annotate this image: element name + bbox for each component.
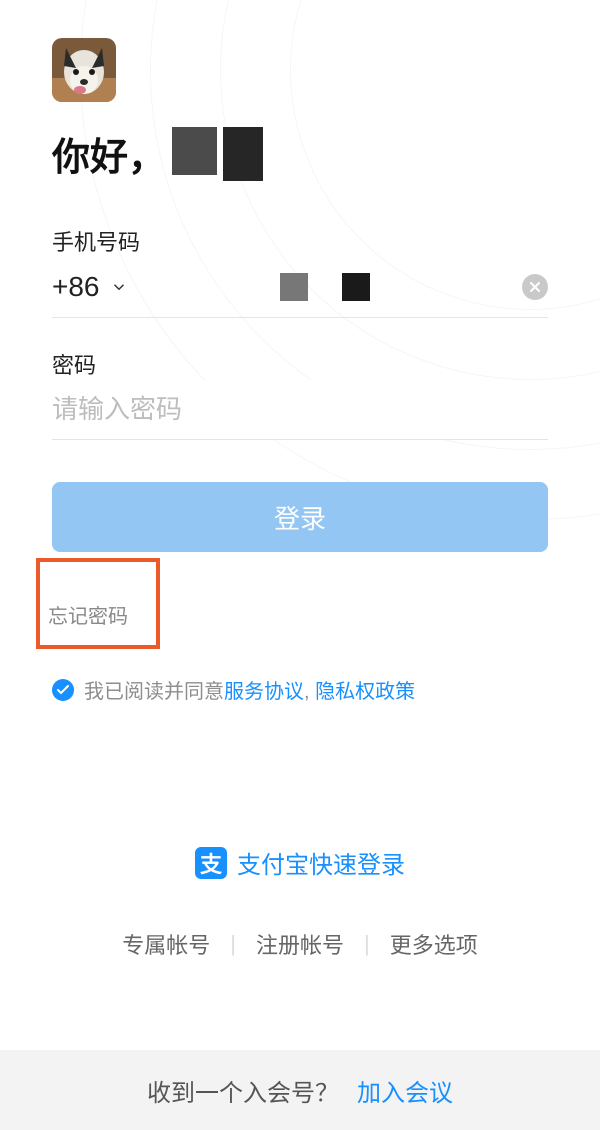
alipay-icon: 支 — [195, 847, 227, 879]
privacy-policy-link[interactable]: 隐私权政策 — [315, 681, 415, 703]
greeting-text: 你好， — [52, 126, 166, 181]
service-agreement-link[interactable]: 服务协议 — [224, 681, 304, 703]
bottom-links: 专属帐号 | 注册帐号 | 更多选项 — [0, 928, 600, 960]
more-options-link[interactable]: 更多选项 — [390, 928, 478, 960]
forgot-password-highlight: 忘记密码 — [36, 558, 160, 649]
meeting-prompt: 收到一个入会号？ — [147, 1073, 339, 1108]
password-label: 密码 — [52, 348, 548, 380]
forgot-password-link[interactable]: 忘记密码 — [48, 596, 136, 633]
close-icon — [529, 281, 541, 293]
password-input[interactable] — [52, 380, 548, 440]
username-redacted — [172, 127, 263, 181]
agreement-comma: , — [304, 681, 315, 703]
clear-phone-button[interactable] — [522, 274, 548, 300]
separator: | — [230, 931, 236, 957]
country-code-value: +86 — [52, 271, 100, 303]
alipay-login-button[interactable]: 支 支付宝快速登录 — [0, 845, 600, 880]
alipay-login-text: 支付宝快速登录 — [237, 845, 405, 880]
phone-number-redacted — [128, 273, 523, 301]
avatar — [52, 38, 116, 102]
separator: | — [364, 931, 370, 957]
phone-label: 手机号码 — [52, 225, 548, 257]
agreement-prefix: 我已阅读并同意 — [84, 681, 224, 703]
country-code-selector[interactable]: +86 — [52, 271, 128, 303]
exclusive-account-link[interactable]: 专属帐号 — [122, 928, 210, 960]
check-icon — [56, 683, 70, 697]
join-meeting-link[interactable]: 加入会议 — [357, 1073, 453, 1108]
login-button[interactable]: 登录 — [52, 482, 548, 552]
footer-bar: 收到一个入会号？ 加入会议 — [0, 1050, 600, 1130]
agreement-checkbox[interactable] — [52, 679, 74, 701]
chevron-down-icon — [110, 278, 128, 296]
register-account-link[interactable]: 注册帐号 — [256, 928, 344, 960]
